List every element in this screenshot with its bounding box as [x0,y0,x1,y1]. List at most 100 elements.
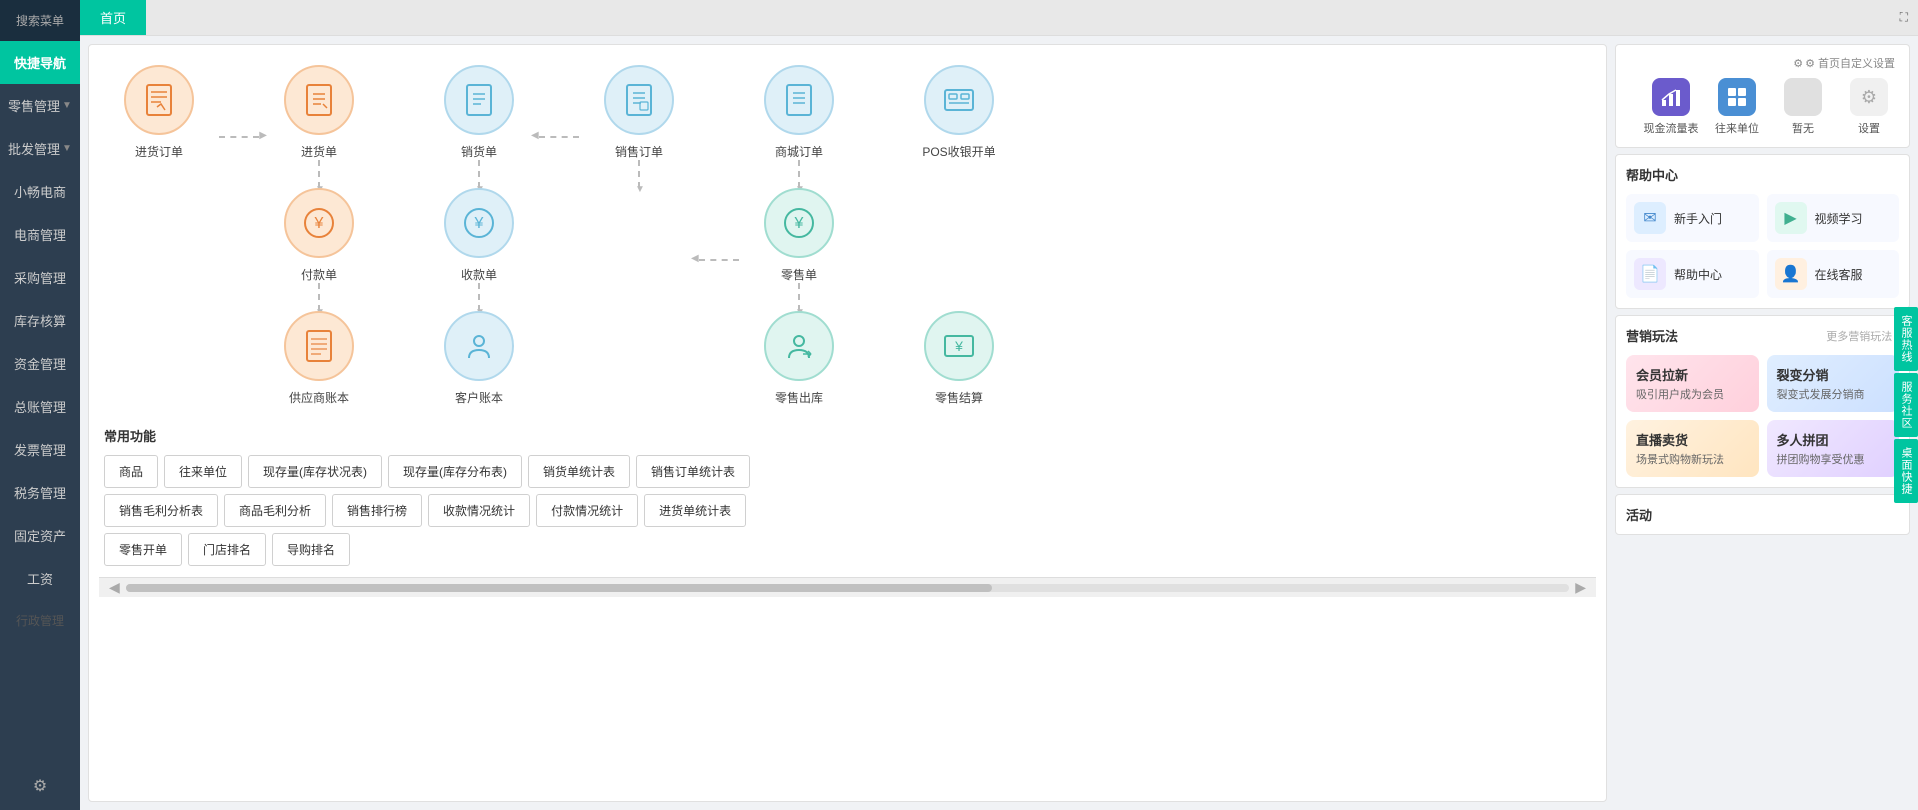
svg-text:¥: ¥ [474,215,484,232]
func-btn-sales-rank[interactable]: 销售排行榜 [332,494,422,527]
svg-text:¥: ¥ [954,338,963,354]
purchase-order-icon [124,65,194,135]
sidebar-item-ecom-small[interactable]: 小畅电商 [0,170,80,213]
help-center-section: 帮助中心 ✉ 新手入门 ▶ 视频学习 📄 帮助中心 👤 [1615,154,1910,309]
marketing-member[interactable]: 会员拉新 吸引用户成为会员 [1626,355,1759,412]
scroll-track[interactable] [126,584,1569,592]
receipt-label: 收款单 [461,266,497,283]
payment-label: 付款单 [301,266,337,283]
func-btn-stock1[interactable]: 现存量(库存状况表) [248,455,382,488]
fullscreen-button[interactable]: ⛶ [1890,4,1918,31]
func-btn-units[interactable]: 往来单位 [164,455,242,488]
sidebar-item-ledger[interactable]: 总账管理 [0,385,80,428]
func-btn-gross-analysis[interactable]: 销售毛利分析表 [104,494,218,527]
sidebar-nav-highlight[interactable]: 快捷导航 [0,41,80,84]
main-content: 首页 ⛶ 进货订单 [80,0,1918,810]
node-sales-bill[interactable]: 销货单 [419,65,539,160]
func-btn-payment-stats[interactable]: 付款情况统计 [536,494,638,527]
right-panel: ⚙ ⚙ 首页自定义设置 现金流量表 往来 [1615,44,1910,802]
sidebar-item-retail[interactable]: 零售管理 ▼ [0,84,80,127]
func-btn-sales-stats[interactable]: 销货单统计表 [528,455,630,488]
arrow-icon: ▼ [62,143,72,154]
func-btn-sales-order-stats[interactable]: 销售订单统计表 [636,455,750,488]
purchase-bill-icon [284,65,354,135]
qa-settings[interactable]: ⚙ 设置 [1839,77,1899,137]
customer-account-label: 客户账本 [455,389,503,406]
func-btn-stock2[interactable]: 现存量(库存分布表) [388,455,522,488]
node-sales-order[interactable]: 销售订单 [579,65,699,160]
node-supplier-account[interactable]: 供应商账本 [259,311,379,406]
func-btn-goods-gross[interactable]: 商品毛利分析 [224,494,326,527]
node-purchase-bill[interactable]: 进货单 [259,65,379,160]
sidebar-settings[interactable]: ⚙ [0,762,80,810]
homepage-settings-link[interactable]: ⚙ ⚙ 首页自定义设置 [1793,55,1895,71]
sidebar-item-finance[interactable]: 资金管理 [0,342,80,385]
activity-section: 活动 [1615,494,1910,535]
node-customer-account[interactable]: 客户账本 [419,311,539,406]
float-btn-service[interactable]: 客服热线 [1894,307,1918,371]
sidebar-item-invoice[interactable]: 发票管理 [0,428,80,471]
qa-cashflow[interactable]: 现金流量表 [1641,77,1701,137]
node-retail-bill[interactable]: ¥ 零售单 [739,188,859,283]
marketing-title: 营销玩法 [1626,326,1678,345]
quick-access-section: ⚙ ⚙ 首页自定义设置 现金流量表 往来 [1615,44,1910,148]
help-item-beginner[interactable]: ✉ 新手入门 [1626,194,1759,242]
sidebar: 搜索菜单 快捷导航 零售管理 ▼ 批发管理 ▼ 小畅电商 电商管理 采购管理 库… [0,0,80,810]
retail-settle-label: 零售结算 [935,389,983,406]
arrow-icon: ▼ [62,100,72,111]
node-pos[interactable]: POS收银开单 [899,65,1019,160]
retail-out-icon [764,311,834,381]
cashflow-icon-box [1652,78,1690,116]
retail-out-label: 零售出库 [775,389,823,406]
marketing-group[interactable]: 多人拼团 拼团购物享受优惠 [1767,420,1900,477]
func-btn-goods[interactable]: 商品 [104,455,158,488]
marketing-group-title: 多人拼团 [1777,430,1890,449]
sidebar-item-admin[interactable]: 行政管理 [0,600,80,641]
none-icon-box [1784,78,1822,116]
func-btn-purchase-stats[interactable]: 进货单统计表 [644,494,746,527]
node-mall-order[interactable]: 商城订单 [739,65,859,160]
scroll-right-btn[interactable]: ▶ [1575,579,1586,596]
help-item-service[interactable]: 👤 在线客服 [1767,250,1900,298]
node-retail-settle[interactable]: ¥ 零售结算 [899,311,1019,406]
marketing-fission[interactable]: 裂变分销 裂变式发展分销商 [1767,355,1900,412]
func-btn-retail-order[interactable]: 零售开单 [104,533,182,566]
help-item-help[interactable]: 📄 帮助中心 [1626,250,1759,298]
node-payment[interactable]: ¥ 付款单 [259,188,379,283]
node-receipt[interactable]: ¥ 收款单 [419,188,539,283]
float-btn-desktop[interactable]: 桌面快捷 [1894,439,1918,503]
node-retail-out[interactable]: 零售出库 [739,311,859,406]
sidebar-item-assets[interactable]: 固定资产 [0,514,80,557]
marketing-grid: 会员拉新 吸引用户成为会员 裂变分销 裂变式发展分销商 直播卖货 场景式购物新玩… [1626,355,1899,477]
float-btn-community[interactable]: 服务社区 [1894,373,1918,437]
qa-units[interactable]: 往来单位 [1707,77,1767,137]
sidebar-search[interactable]: 搜索菜单 [0,0,80,41]
sidebar-item-tax[interactable]: 税务管理 [0,471,80,514]
purchase-bill-label: 进货单 [301,143,337,160]
help-item-video[interactable]: ▶ 视频学习 [1767,194,1900,242]
qa-none[interactable]: 暂无 [1773,77,1833,137]
marketing-more-link[interactable]: 更多营销玩法 › [1826,328,1899,344]
help-video-label: 视频学习 [1815,210,1863,227]
func-btn-guide-rank[interactable]: 导购排名 [272,533,350,566]
sidebar-item-wholesale[interactable]: 批发管理 ▼ [0,127,80,170]
sidebar-item-inventory[interactable]: 库存核算 [0,299,80,342]
tab-bar: 首页 ⛶ [80,0,1918,36]
gear-icon: ⚙ [1861,87,1877,108]
scroll-left-btn[interactable]: ◀ [109,579,120,596]
retail-settle-icon: ¥ [924,311,994,381]
sidebar-item-ecom-mgmt[interactable]: 电商管理 [0,213,80,256]
tab-home[interactable]: 首页 [80,0,146,35]
help-beginner-label: 新手入门 [1674,210,1722,227]
mall-order-label: 商城订单 [775,143,823,160]
sidebar-item-salary[interactable]: 工资 [0,557,80,600]
func-btn-store-rank[interactable]: 门店排名 [188,533,266,566]
help-icon: 📄 [1634,258,1666,290]
scrollbar[interactable]: ◀ ▶ [99,577,1596,597]
marketing-live[interactable]: 直播卖货 场景式购物新玩法 [1626,420,1759,477]
sidebar-item-purchase[interactable]: 采购管理 [0,256,80,299]
func-btn-receipt-stats[interactable]: 收款情况统计 [428,494,530,527]
activity-title: 活动 [1626,508,1652,523]
node-purchase-order[interactable]: 进货订单 [99,65,219,160]
marketing-fission-title: 裂变分销 [1777,365,1890,384]
